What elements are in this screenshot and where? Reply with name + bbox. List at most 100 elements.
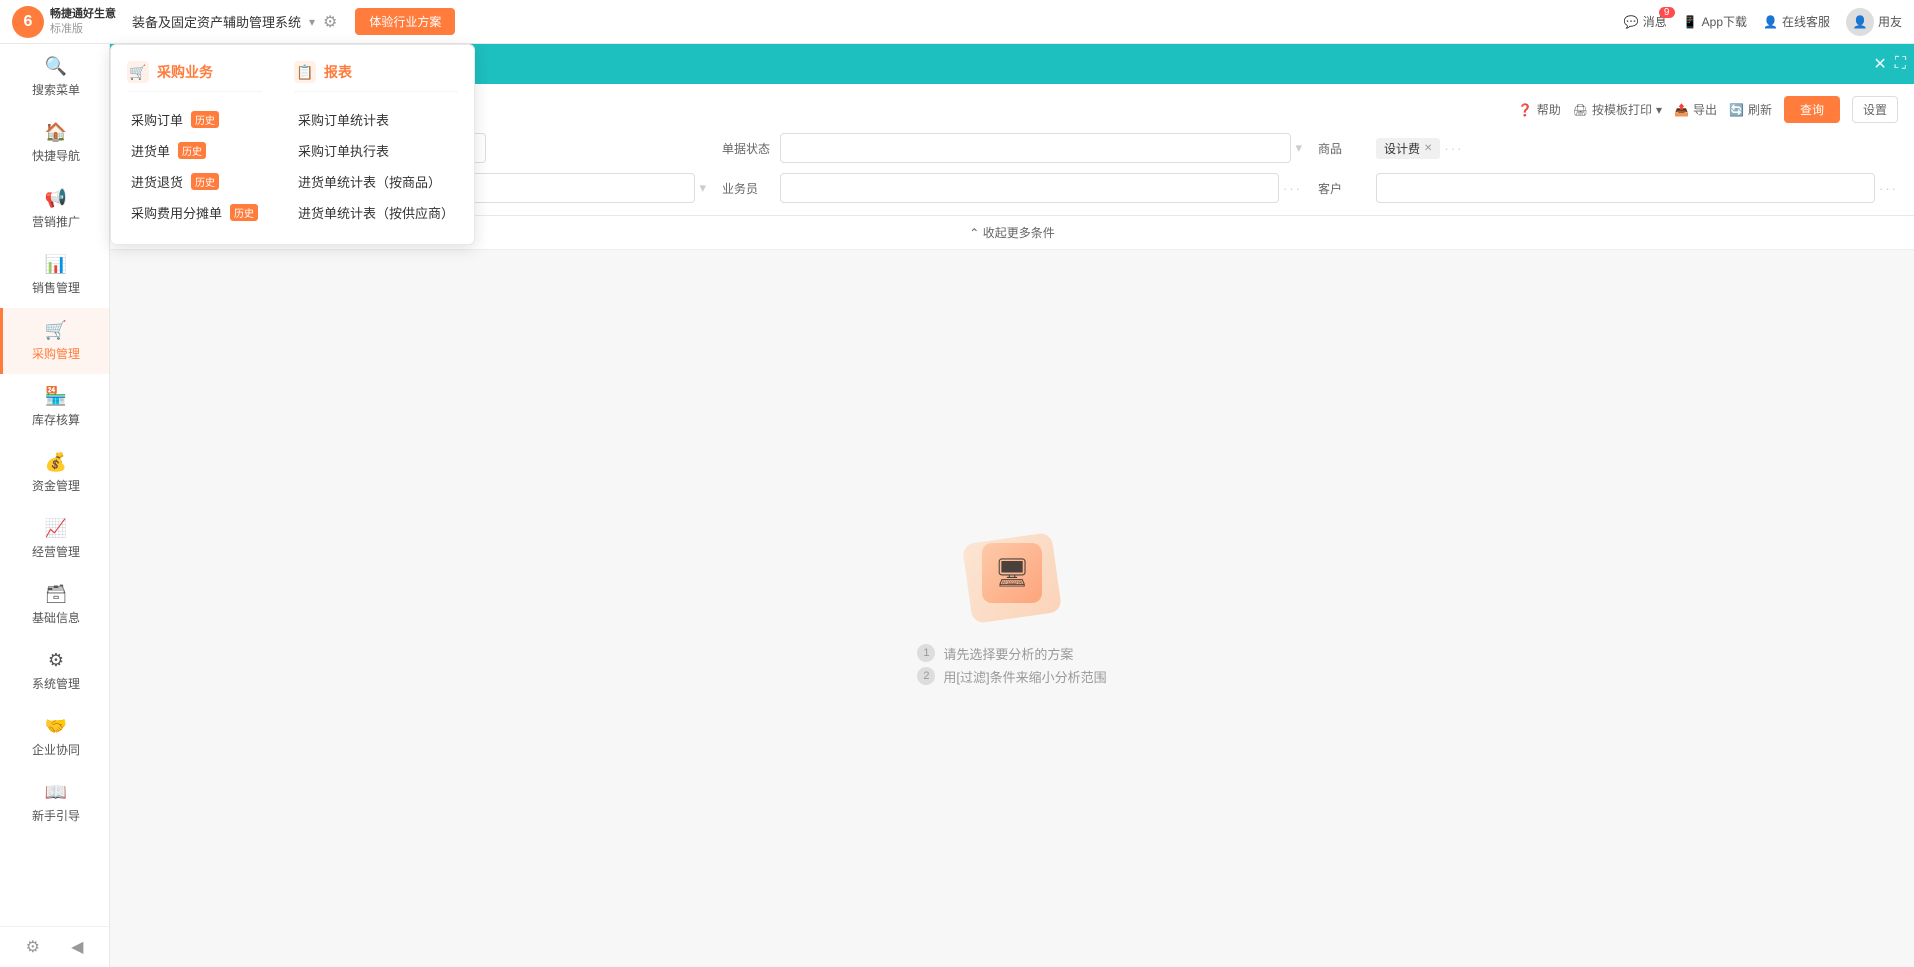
filter-bill-status: 单据状态 ▾ <box>722 133 1302 163</box>
dropdown-purchase-order[interactable]: 采购订单 历史 <box>127 104 262 135</box>
goods-tag-close[interactable]: ✕ <box>1424 143 1432 154</box>
goods-more-dots[interactable]: ··· <box>1444 141 1463 156</box>
user-avatar[interactable]: 👤 用友 <box>1846 8 1902 36</box>
tab-expand-btn[interactable]: ⛶ <box>1895 55 1906 73</box>
industry-btn[interactable]: 体验行业方案 <box>355 8 455 35</box>
settings-icon[interactable]: ⚙ <box>323 12 337 32</box>
export-btn[interactable]: 📤 导出 <box>1674 101 1717 118</box>
dropdown-arrow-icon[interactable]: ▾ <box>309 15 315 29</box>
refresh-btn[interactable]: 🔄 刷新 <box>1729 101 1772 118</box>
dropdown-goods-receipt-stat-goods[interactable]: 进货单统计表（按商品） <box>294 166 458 197</box>
sidebar-bottom: ⚙ ◀ <box>0 926 109 967</box>
empty-hint-1: 1 请先选择要分析的方案 <box>917 644 1106 663</box>
sidebar-item-marketing[interactable]: 📢 营销推广 <box>0 176 109 242</box>
logo-text: 畅捷通好生意 标准版 <box>50 7 116 36</box>
topbar-title-area: 装备及固定资产辅助管理系统 ▾ ⚙ 体验行业方案 <box>132 8 1624 35</box>
sidebar-item-quick-nav[interactable]: 🏠 快捷导航 <box>0 110 109 176</box>
sidebar-item-inventory[interactable]: 🏪 库存核算 <box>0 374 109 440</box>
goods-tag: 设计费 ✕ <box>1376 138 1440 159</box>
bill-status-input[interactable] <box>780 133 1291 163</box>
filter-salesperson: 业务员 ··· <box>722 173 1302 203</box>
sales-icon: 📊 <box>45 254 67 275</box>
hist-tag-3: 历史 <box>230 204 258 221</box>
customer-input[interactable] <box>1376 173 1875 203</box>
bill-status-dropdown-icon[interactable]: ▾ <box>1295 140 1302 156</box>
print-icon: 🖨 <box>1573 103 1588 117</box>
guide-icon: 📖 <box>45 782 67 803</box>
refresh-icon: 🔄 <box>1729 103 1744 117</box>
report-section: 📋 报表 采购订单统计表 采购订单执行表 进货单统计表（按商品） 进货单统计表（… <box>294 61 458 228</box>
logo-area: 6 畅捷通好生意 标准版 <box>12 6 122 38</box>
dropdown-goods-return[interactable]: 进货退货 历史 <box>127 166 262 197</box>
logo-icon: 6 <box>12 6 44 38</box>
sidebar-item-guide[interactable]: 📖 新手引导 <box>0 770 109 836</box>
purchase-section: 🛒 采购业务 采购订单 历史 进货单 历史 进货退货 历史 采购费用分摊单 历史 <box>127 61 262 228</box>
export-icon: 📤 <box>1674 103 1689 117</box>
report-section-title: 📋 报表 <box>294 61 458 92</box>
online-service-btn[interactable]: 👤 在线客服 <box>1763 13 1830 30</box>
collapse-up-icon: ⌃ <box>969 226 979 240</box>
system-icon: ⚙ <box>48 650 64 671</box>
sidebar: 🔍 搜索菜单 🏠 快捷导航 📢 营销推广 📊 销售管理 🛒 采购管理 🏪 库存核… <box>0 44 110 967</box>
purchase-icon: 🛒 <box>45 320 67 341</box>
app-download-btn[interactable]: 📱 App下载 <box>1683 13 1747 30</box>
salesperson-input[interactable] <box>780 173 1279 203</box>
operations-icon: 📈 <box>45 518 67 539</box>
filter-customer: 客户 ··· <box>1318 173 1898 203</box>
print-dropdown-icon: ▾ <box>1656 103 1662 117</box>
report-section-icon: 📋 <box>294 61 316 83</box>
sidebar-collapse-icon[interactable]: ◀ <box>71 937 83 957</box>
purchase-section-title: 🛒 采购业务 <box>127 61 262 92</box>
query-btn[interactable]: 查询 <box>1784 96 1840 123</box>
hist-tag-1: 历史 <box>178 142 206 159</box>
help-btn[interactable]: ❓ 帮助 <box>1518 101 1561 118</box>
sidebar-item-basic-info[interactable]: 🗃 基础信息 <box>0 572 109 638</box>
finance-icon: 💰 <box>45 452 67 473</box>
topbar: 6 畅捷通好生意 标准版 装备及固定资产辅助管理系统 ▾ ⚙ 体验行业方案 💬 … <box>0 0 1914 44</box>
print-btn[interactable]: 🖨 按模板打印 ▾ <box>1573 101 1662 118</box>
hist-tag-0: 历史 <box>191 111 219 128</box>
system-title: 装备及固定资产辅助管理系统 <box>132 12 301 31</box>
bill-status-label: 单据状态 <box>722 140 772 157</box>
dropdown-purchase-order-exec[interactable]: 采购订单执行表 <box>294 135 458 166</box>
hist-tag-2: 历史 <box>191 173 219 190</box>
sidebar-item-purchase[interactable]: 🛒 采购管理 <box>0 308 109 374</box>
dropdown-menu: 🛒 采购业务 采购订单 历史 进货单 历史 进货退货 历史 采购费用分摊单 历史… <box>110 44 475 245</box>
inventory-icon: 🏪 <box>45 386 67 407</box>
goods-label: 商品 <box>1318 140 1368 157</box>
salesperson-more-dots[interactable]: ··· <box>1283 181 1302 196</box>
dropdown-purchase-expense[interactable]: 采购费用分摊单 历史 <box>127 197 262 228</box>
tab-close-btn[interactable]: ✕ <box>1873 54 1886 74</box>
avatar: 👤 <box>1846 8 1874 36</box>
dropdown-goods-receipt[interactable]: 进货单 历史 <box>127 135 262 166</box>
settings-btn[interactable]: 设置 <box>1852 96 1898 123</box>
search-icon: 🔍 <box>45 56 67 77</box>
sidebar-item-finance[interactable]: 💰 资金管理 <box>0 440 109 506</box>
messages-btn[interactable]: 💬 消息 9 <box>1624 13 1667 30</box>
customer-more-dots[interactable]: ··· <box>1879 181 1898 196</box>
dropdown-goods-receipt-stat-supplier[interactable]: 进货单统计表（按供应商） <box>294 197 458 228</box>
sidebar-item-sales[interactable]: 📊 销售管理 <box>0 242 109 308</box>
sidebar-settings-icon[interactable]: ⚙ <box>26 937 40 957</box>
empty-state: 🖥 1 请先选择要分析的方案 2 用[过滤]条件来缩小分析范围 <box>110 250 1914 967</box>
sidebar-item-cooperation[interactable]: 🤝 企业协同 <box>0 704 109 770</box>
topbar-right: 💬 消息 9 📱 App下载 👤 在线客服 👤 用友 <box>1624 8 1902 36</box>
sidebar-item-system[interactable]: ⚙ 系统管理 <box>0 638 109 704</box>
sidebar-item-search[interactable]: 🔍 搜索菜单 <box>0 44 109 110</box>
basic-info-icon: 🗃 <box>45 584 68 605</box>
marketing-icon: 📢 <box>45 188 67 209</box>
customer-label: 客户 <box>1318 180 1368 197</box>
dropdown-purchase-order-stat[interactable]: 采购订单统计表 <box>294 104 458 135</box>
salesperson-label: 业务员 <box>722 180 772 197</box>
purchase-section-icon: 🛒 <box>127 61 149 83</box>
sidebar-item-operations[interactable]: 📈 经营管理 <box>0 506 109 572</box>
rank-dropdown-icon[interactable]: ▾ <box>699 180 706 196</box>
service-icon: 👤 <box>1763 15 1778 29</box>
tab-bar-right: ✕ ⛶ <box>1873 54 1906 74</box>
help-icon: ❓ <box>1518 103 1533 117</box>
home-icon: 🏠 <box>45 122 67 143</box>
cooperation-icon: 🤝 <box>45 716 67 737</box>
phone-icon: 📱 <box>1683 15 1698 29</box>
empty-hint-2: 2 用[过滤]条件来缩小分析范围 <box>917 667 1106 686</box>
messages-badge: 9 <box>1659 7 1675 18</box>
